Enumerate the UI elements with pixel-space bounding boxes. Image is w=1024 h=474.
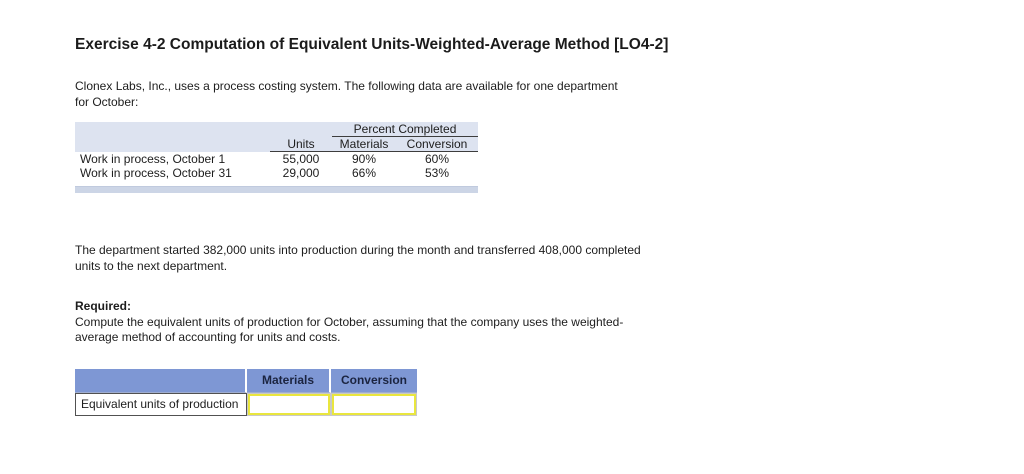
intro-line-1: Clonex Labs, Inc., uses a process costin… [75, 79, 618, 93]
column-header-units: Units [270, 136, 332, 152]
wip-conversion-percent: 60% [396, 151, 479, 166]
column-header-conversion: Conversion [396, 136, 479, 152]
production-paragraph: The department started 382,000 units int… [75, 243, 641, 274]
intro-paragraph: Clonex Labs, Inc., uses a process costin… [75, 79, 618, 110]
wip-materials-percent: 90% [332, 151, 396, 166]
wip-row-label: Work in process, October 1 [75, 151, 270, 166]
required-heading: Required: [75, 299, 132, 313]
answer-header-materials: Materials [247, 369, 331, 393]
answer-header-blank [75, 369, 247, 393]
wip-units-value: 55,000 [270, 151, 332, 166]
wip-conversion-percent: 53% [396, 166, 479, 180]
exercise-page: Exercise 4-2 Computation of Equivalent U… [0, 0, 1024, 474]
table-row: Work in process, October 1 55,000 90% 60… [75, 151, 479, 166]
intro-line-2: for October: [75, 94, 139, 109]
percent-completed-header: Percent Completed [332, 122, 479, 137]
production-line-2: units to the next department. [75, 258, 228, 273]
wip-units-value: 29,000 [270, 166, 332, 180]
table-row: Work in process, October 31 29,000 66% 5… [75, 166, 479, 180]
answer-header-conversion: Conversion [331, 369, 417, 393]
required-line-1: Compute the equivalent units of producti… [75, 314, 624, 329]
table-footer-bar [75, 186, 478, 193]
page-title: Exercise 4-2 Computation of Equivalent U… [75, 36, 669, 53]
wip-row-label: Work in process, October 31 [75, 166, 270, 180]
conversion-input-cell [331, 393, 417, 416]
wip-materials-percent: 66% [332, 166, 396, 180]
required-line-2: average method of accounting for units a… [75, 330, 341, 344]
wip-data-table: Percent Completed Units Materials Conver… [75, 122, 479, 180]
answer-header-row: Materials Conversion [75, 369, 417, 393]
column-header-row: Units Materials Conversion [75, 136, 479, 152]
materials-input-cell [247, 393, 331, 416]
conversion-input[interactable] [332, 394, 416, 415]
production-line-1: The department started 382,000 units int… [75, 243, 641, 257]
answer-row-label: Equivalent units of production [75, 393, 247, 416]
group-header-row: Percent Completed [75, 122, 479, 137]
answer-table: Materials Conversion Equivalent units of… [75, 369, 417, 416]
answer-input-row: Equivalent units of production [75, 393, 417, 416]
required-section: Required: Compute the equivalent units o… [75, 299, 623, 346]
materials-input[interactable] [248, 394, 330, 415]
column-header-materials: Materials [332, 136, 396, 152]
